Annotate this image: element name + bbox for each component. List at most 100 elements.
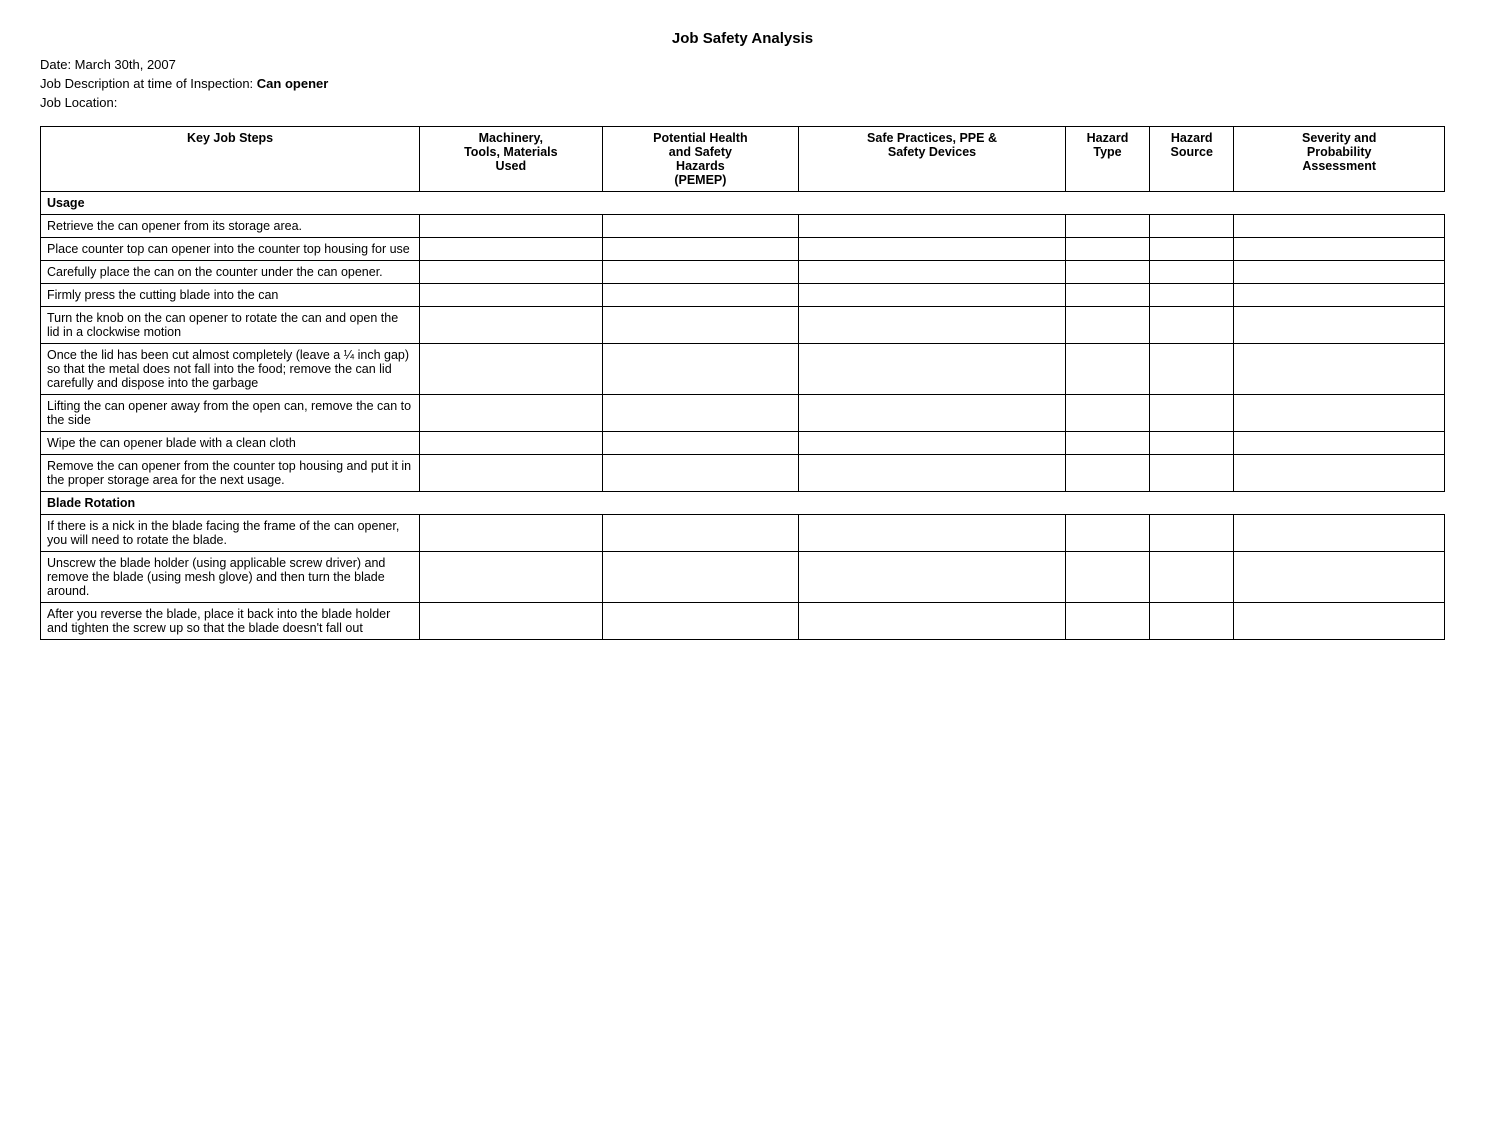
section-title: Blade Rotation bbox=[41, 492, 1445, 515]
empty-cell bbox=[1234, 284, 1445, 307]
step-cell: Carefully place the can on the counter u… bbox=[41, 261, 420, 284]
job-desc-value: Can opener bbox=[257, 76, 329, 91]
empty-cell bbox=[602, 515, 799, 552]
empty-cell bbox=[602, 238, 799, 261]
empty-cell bbox=[1150, 261, 1234, 284]
empty-cell bbox=[1150, 515, 1234, 552]
table-row: Remove the can opener from the counter t… bbox=[41, 455, 1445, 492]
empty-cell bbox=[1234, 261, 1445, 284]
job-location-line: Job Location: bbox=[40, 95, 1445, 110]
empty-cell bbox=[602, 455, 799, 492]
empty-cell bbox=[1150, 284, 1234, 307]
empty-cell bbox=[1234, 238, 1445, 261]
empty-cell bbox=[1234, 603, 1445, 640]
empty-cell bbox=[1065, 515, 1149, 552]
empty-cell bbox=[420, 515, 603, 552]
empty-cell bbox=[799, 344, 1066, 395]
empty-cell bbox=[1065, 603, 1149, 640]
empty-cell bbox=[1150, 215, 1234, 238]
step-cell: Firmly press the cutting blade into the … bbox=[41, 284, 420, 307]
empty-cell bbox=[799, 395, 1066, 432]
empty-cell bbox=[602, 215, 799, 238]
job-desc-prefix: Job Description at time of Inspection: bbox=[40, 76, 257, 91]
empty-cell bbox=[799, 215, 1066, 238]
empty-cell bbox=[799, 455, 1066, 492]
empty-cell bbox=[1150, 552, 1234, 603]
empty-cell bbox=[602, 432, 799, 455]
step-cell: Remove the can opener from the counter t… bbox=[41, 455, 420, 492]
empty-cell bbox=[799, 238, 1066, 261]
empty-cell bbox=[799, 284, 1066, 307]
empty-cell bbox=[602, 395, 799, 432]
table-row: If there is a nick in the blade facing t… bbox=[41, 515, 1445, 552]
header-hazard-type: Hazard Type bbox=[1065, 127, 1149, 192]
header-hazard-source: Hazard Source bbox=[1150, 127, 1234, 192]
empty-cell bbox=[1065, 432, 1149, 455]
header-hazards: Potential Health and Safety Hazards (PEM… bbox=[602, 127, 799, 192]
step-cell: Wipe the can opener blade with a clean c… bbox=[41, 432, 420, 455]
header-machinery: Machinery, Tools, Materials Used bbox=[420, 127, 603, 192]
table-row: After you reverse the blade, place it ba… bbox=[41, 603, 1445, 640]
empty-cell bbox=[420, 455, 603, 492]
empty-cell bbox=[420, 344, 603, 395]
page-title: Job Safety Analysis bbox=[40, 30, 1445, 47]
empty-cell bbox=[1234, 515, 1445, 552]
header-safe-practices: Safe Practices, PPE & Safety Devices bbox=[799, 127, 1066, 192]
table-row: Firmly press the cutting blade into the … bbox=[41, 284, 1445, 307]
empty-cell bbox=[420, 284, 603, 307]
header-key-job-steps: Key Job Steps bbox=[41, 127, 420, 192]
empty-cell bbox=[1065, 395, 1149, 432]
empty-cell bbox=[420, 432, 603, 455]
empty-cell bbox=[1234, 307, 1445, 344]
empty-cell bbox=[799, 515, 1066, 552]
empty-cell bbox=[1150, 432, 1234, 455]
empty-cell bbox=[420, 395, 603, 432]
empty-cell bbox=[1234, 215, 1445, 238]
empty-cell bbox=[1065, 455, 1149, 492]
empty-cell bbox=[1234, 395, 1445, 432]
empty-cell bbox=[1150, 455, 1234, 492]
empty-cell bbox=[602, 344, 799, 395]
empty-cell bbox=[799, 432, 1066, 455]
step-cell: Turn the knob on the can opener to rotat… bbox=[41, 307, 420, 344]
empty-cell bbox=[420, 603, 603, 640]
empty-cell bbox=[420, 261, 603, 284]
section-header-row: Usage bbox=[41, 192, 1445, 215]
empty-cell bbox=[1150, 307, 1234, 344]
empty-cell bbox=[1234, 552, 1445, 603]
step-cell: After you reverse the blade, place it ba… bbox=[41, 603, 420, 640]
empty-cell bbox=[1065, 215, 1149, 238]
empty-cell bbox=[602, 284, 799, 307]
empty-cell bbox=[1234, 344, 1445, 395]
table-row: Retrieve the can opener from its storage… bbox=[41, 215, 1445, 238]
job-desc-line: Job Description at time of Inspection: C… bbox=[40, 76, 1445, 91]
table-row: Place counter top can opener into the co… bbox=[41, 238, 1445, 261]
empty-cell bbox=[799, 603, 1066, 640]
section-header-row: Blade Rotation bbox=[41, 492, 1445, 515]
section-title: Usage bbox=[41, 192, 1445, 215]
empty-cell bbox=[602, 307, 799, 344]
empty-cell bbox=[799, 307, 1066, 344]
date-line: Date: March 30th, 2007 bbox=[40, 57, 1445, 72]
table-row: Unscrew the blade holder (using applicab… bbox=[41, 552, 1445, 603]
step-cell: Place counter top can opener into the co… bbox=[41, 238, 420, 261]
table-row: Carefully place the can on the counter u… bbox=[41, 261, 1445, 284]
empty-cell bbox=[420, 238, 603, 261]
empty-cell bbox=[1150, 395, 1234, 432]
empty-cell bbox=[602, 603, 799, 640]
empty-cell bbox=[1065, 344, 1149, 395]
empty-cell bbox=[602, 552, 799, 603]
step-cell: Retrieve the can opener from its storage… bbox=[41, 215, 420, 238]
empty-cell bbox=[1150, 603, 1234, 640]
empty-cell bbox=[1150, 344, 1234, 395]
table-row: Lifting the can opener away from the ope… bbox=[41, 395, 1445, 432]
empty-cell bbox=[420, 307, 603, 344]
header-severity: Severity and Probability Assessment bbox=[1234, 127, 1445, 192]
empty-cell bbox=[799, 261, 1066, 284]
jsa-table: Key Job Steps Machinery, Tools, Material… bbox=[40, 126, 1445, 640]
empty-cell bbox=[1234, 432, 1445, 455]
empty-cell bbox=[1065, 261, 1149, 284]
empty-cell bbox=[420, 215, 603, 238]
empty-cell bbox=[1065, 238, 1149, 261]
table-row: Wipe the can opener blade with a clean c… bbox=[41, 432, 1445, 455]
